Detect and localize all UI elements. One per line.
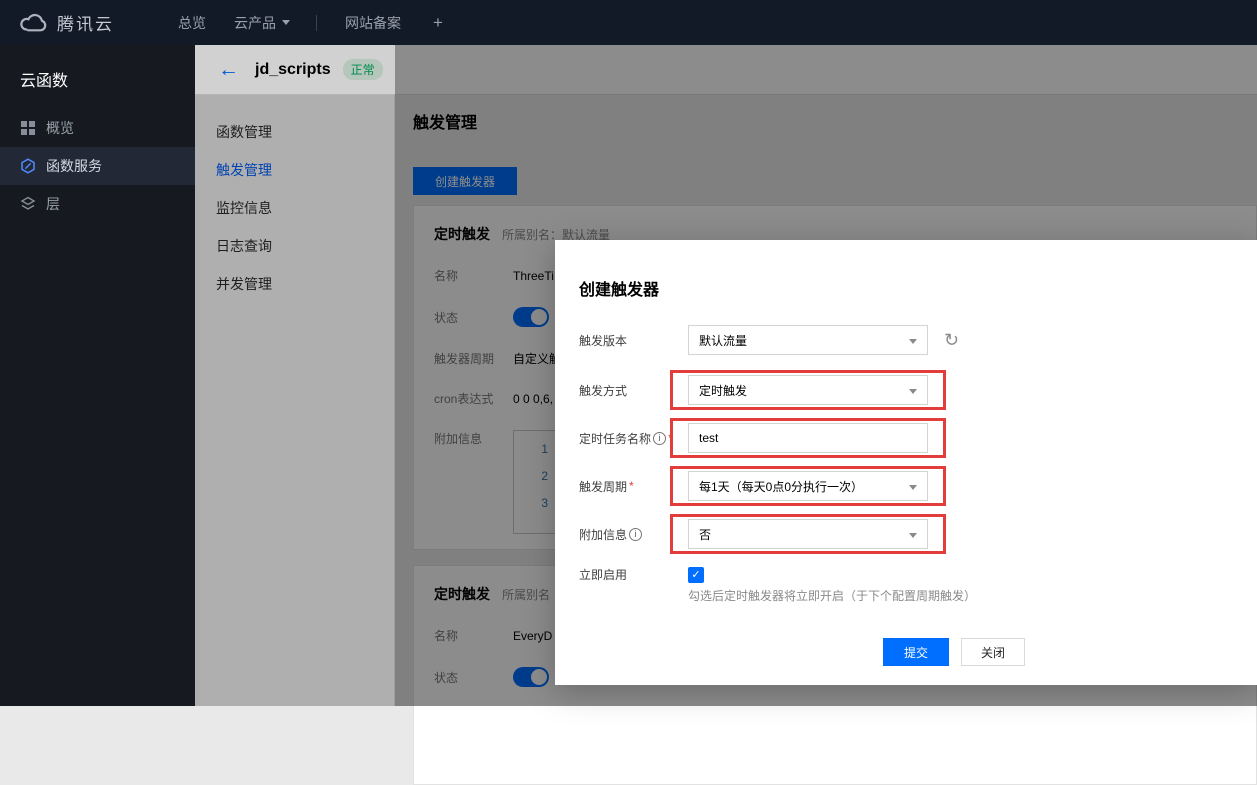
sidebar-item-function-service[interactable]: 函数服务	[0, 147, 195, 185]
submit-button[interactable]: 提交	[883, 638, 949, 666]
top-nav: 腾讯云 总览 云产品 网站备案 +	[0, 0, 1257, 45]
field-label: 名称	[434, 627, 513, 644]
status-badge: 正常	[343, 59, 383, 80]
cron-expression-value: 0 0 0,6,	[513, 392, 553, 406]
enable-hint: 勾选后定时触发器将立即开启（于下个配置周期触发）	[688, 587, 1257, 604]
enable-checkbox[interactable]: ✓	[688, 567, 704, 583]
trigger-method-select[interactable]: 定时触发	[688, 375, 928, 405]
field-label: cron表达式	[434, 390, 513, 407]
nav-item-icp-filing[interactable]: 网站备案	[345, 13, 401, 33]
chevron-down-icon	[282, 20, 290, 25]
subnav-item-trigger-management[interactable]: 触发管理	[195, 151, 394, 189]
page-title: 触发管理	[413, 109, 1257, 133]
sidebar-item-layers[interactable]: 层	[0, 185, 195, 223]
trigger-name-value: ThreeTi	[513, 269, 554, 283]
trigger-type: 定时触发	[434, 224, 490, 244]
info-icon[interactable]: i	[629, 528, 642, 541]
field-label: 附加信息	[434, 430, 513, 447]
refresh-icon[interactable]: ↻	[944, 331, 959, 349]
chevron-down-icon	[909, 485, 917, 490]
subnav-item-function-management[interactable]: 函数管理	[195, 113, 394, 151]
nav-item-cloud-products[interactable]: 云产品	[234, 13, 290, 33]
function-icon	[20, 158, 36, 174]
status-toggle[interactable]	[513, 667, 549, 687]
annotation-box: 每1天（每天0点0分执行一次）	[670, 466, 946, 506]
function-subnav: 函数管理 触发管理 监控信息 日志查询 并发管理	[195, 95, 395, 706]
trigger-type: 定时触发	[434, 584, 490, 604]
sidebar-item-label: 概览	[46, 118, 74, 138]
extra-info-select[interactable]: 否	[688, 519, 928, 549]
sidebar-item-label: 层	[46, 194, 60, 214]
annotation-box: 否	[670, 514, 946, 554]
subnav-item-concurrency[interactable]: 并发管理	[195, 265, 394, 303]
trigger-name-value: EveryD	[513, 629, 552, 643]
product-title: 云函数	[0, 45, 195, 109]
grid-icon	[20, 120, 36, 136]
function-name: jd_scripts	[255, 61, 331, 79]
create-trigger-modal: 创建触发器 触发版本 默认流量 ↻ 触发方式 定时触发 定时任务名称i* tes…	[555, 240, 1257, 685]
info-icon[interactable]: i	[653, 432, 666, 445]
field-label: 触发器周期	[434, 350, 513, 367]
close-button[interactable]: 关闭	[961, 638, 1025, 666]
annotation-box: 定时触发	[670, 370, 946, 410]
create-trigger-button[interactable]: 创建触发器	[413, 167, 517, 195]
field-label: 名称	[434, 267, 513, 284]
trigger-period-value: 自定义触	[513, 350, 561, 367]
task-name-input[interactable]: test	[688, 423, 928, 453]
subnav-item-log-query[interactable]: 日志查询	[195, 227, 394, 265]
sidebar-item-overview[interactable]: 概览	[0, 109, 195, 147]
trigger-version-select[interactable]: 默认流量	[688, 325, 928, 355]
function-header: ← jd_scripts 正常	[195, 45, 1257, 95]
editor-line-numbers: 1 2 3	[514, 436, 548, 533]
required-mark: *	[629, 479, 634, 493]
trigger-alias: 所属别名	[502, 586, 550, 603]
layers-icon	[20, 196, 36, 212]
left-sidebar: 云函数 概览 函数服务 层	[0, 45, 195, 706]
annotation-box: test	[670, 418, 946, 458]
back-arrow-icon[interactable]: ←	[218, 59, 239, 80]
field-label: 状态	[434, 309, 513, 326]
field-label: 状态	[434, 669, 513, 686]
brand-text: 腾讯云	[57, 10, 114, 35]
cloud-logo-icon	[18, 12, 48, 34]
modal-title: 创建触发器	[579, 276, 1257, 300]
status-toggle[interactable]	[513, 307, 549, 327]
chevron-down-icon	[909, 389, 917, 394]
chevron-down-icon	[909, 339, 917, 344]
nav-divider	[316, 15, 317, 31]
tencent-cloud-logo[interactable]: 腾讯云	[0, 10, 150, 35]
trigger-cycle-select[interactable]: 每1天（每天0点0分执行一次）	[688, 471, 928, 501]
add-tab-button[interactable]: +	[433, 13, 443, 33]
field-label: 立即启用	[579, 566, 688, 583]
subnav-item-monitoring[interactable]: 监控信息	[195, 189, 394, 227]
sidebar-item-label: 函数服务	[46, 156, 102, 176]
nav-item-overview[interactable]: 总览	[178, 13, 206, 33]
chevron-down-icon	[909, 533, 917, 538]
field-label: 触发版本	[579, 332, 688, 349]
